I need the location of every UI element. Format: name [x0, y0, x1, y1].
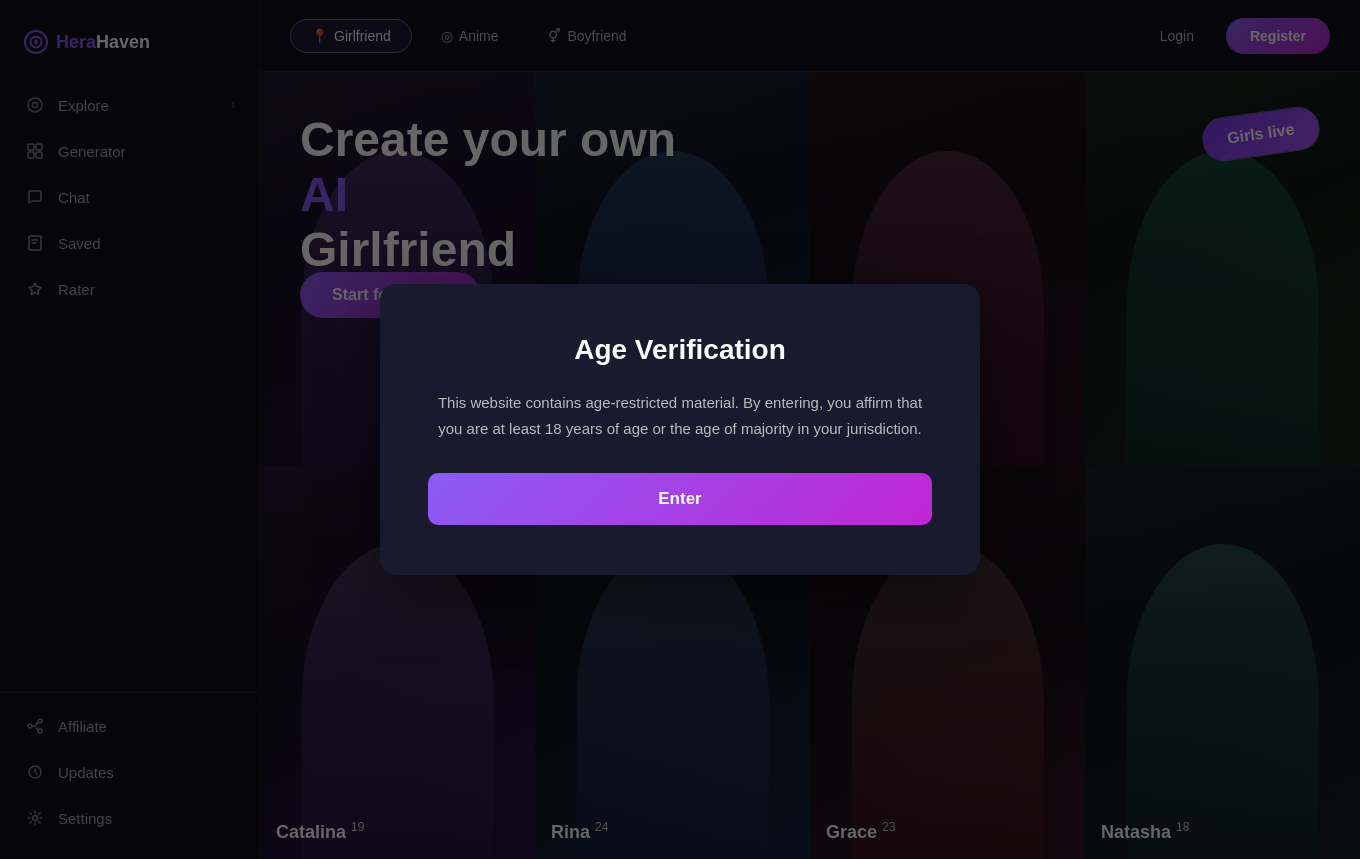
modal-title: Age Verification — [428, 334, 932, 366]
age-verification-overlay: Age Verification This website contains a… — [0, 0, 1360, 859]
age-verification-modal: Age Verification This website contains a… — [380, 284, 980, 575]
modal-enter-button[interactable]: Enter — [428, 473, 932, 525]
modal-body-text: This website contains age-restricted mat… — [428, 390, 932, 441]
